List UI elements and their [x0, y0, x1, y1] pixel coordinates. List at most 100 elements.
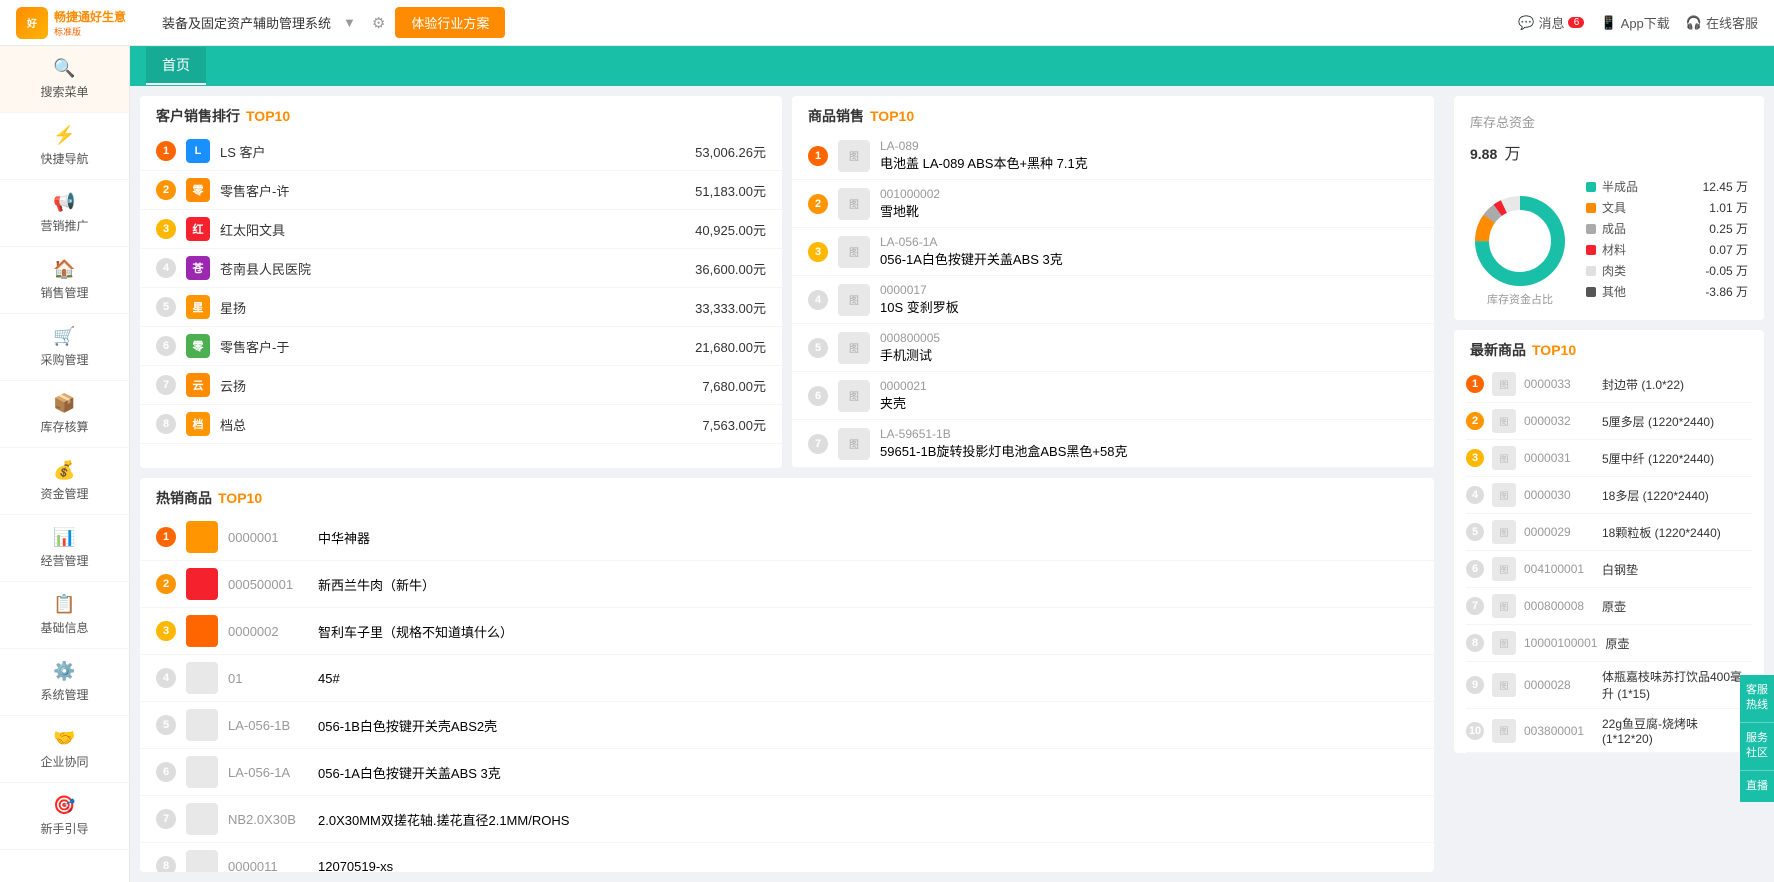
legend-item: 半成品 12.45 万 [1586, 178, 1748, 195]
community-button[interactable]: 服务社区 [1740, 723, 1774, 771]
sidebar-item-marketing[interactable]: 📢 营销推广 [0, 180, 129, 247]
product-code: LA-59651-1B [880, 427, 1418, 441]
best-seller-panel: 商品销售 TOP10 1 图 LA-089 电池盖 LA-089 ABS本色+黑… [792, 96, 1434, 468]
avatar: 云 [186, 373, 210, 397]
list-item: 7 NB2.0X30B 2.0X30MM双搓花轴.搓花直径2.1MM/ROHS [140, 796, 1434, 843]
legend-color [1586, 224, 1596, 234]
list-item: 8 0000011 12070519-xs [140, 843, 1434, 872]
table-row: 7 云 云扬 7,680.00元 [140, 366, 782, 405]
customer-ranking-title: 客户销售排行 TOP10 [140, 96, 782, 132]
product-thumbnail: 图 [1492, 673, 1516, 697]
product-thumbnail: 图 [838, 284, 870, 316]
product-code: 0000033 [1524, 377, 1594, 391]
donut-chart: 库存资金占比 [1470, 191, 1570, 291]
product-thumbnail: 图 [1492, 483, 1516, 507]
sidebar-item-sales[interactable]: 🏠 销售管理 [0, 247, 129, 314]
sidebar-label-quick-nav: 快捷导航 [40, 150, 88, 167]
product-name: 手机测试 [880, 345, 1418, 364]
sidebar-label-marketing: 营销推广 [40, 217, 88, 234]
sidebar-label-finance: 资金管理 [40, 485, 88, 502]
list-item: 7 图 LA-59651-1B 59651-1B旋转投影灯电池盒ABS黑色+58… [792, 420, 1434, 468]
legend: 半成品 12.45 万 文具 1.01 万 成品 0 [1586, 178, 1748, 304]
purchase-icon: 🛒 [53, 326, 75, 347]
settings-icon[interactable]: ⚙ [372, 14, 385, 32]
product-thumbnail [186, 662, 218, 694]
product-name: 新西兰牛肉（新牛） [318, 575, 435, 594]
product-code: 0000011 [228, 859, 308, 873]
message-button[interactable]: 💬 消息 6 [1518, 13, 1584, 32]
product-thumbnail [186, 850, 218, 872]
product-thumbnail: 图 [838, 236, 870, 268]
sidebar-item-system[interactable]: ⚙️ 系统管理 [0, 649, 129, 716]
legend-color [1586, 203, 1596, 213]
customer-ranking-panel: 客户销售排行 TOP10 1 L LS 客户 53,006.26元 [140, 96, 782, 468]
trial-button[interactable]: 体验行业方案 [395, 7, 505, 38]
legend-color [1586, 182, 1596, 192]
sidebar-item-search[interactable]: 🔍 搜索菜单 [0, 46, 129, 113]
product-info: 0000021 夹壳 [880, 379, 1418, 412]
sidebar-label-purchase: 采购管理 [40, 351, 88, 368]
product-code: 003800001 [1524, 724, 1594, 738]
sidebar-item-cooperation[interactable]: 🤝 企业协同 [0, 716, 129, 783]
rank-number: 3 [808, 242, 828, 262]
product-thumbnail [186, 709, 218, 741]
list-item: 3 0000002 智利车子里（规格不知道填什么） [140, 608, 1434, 655]
sidebar-item-quick-nav[interactable]: ⚡ 快捷导航 [0, 113, 129, 180]
message-badge: 6 [1568, 17, 1584, 28]
donut-label: 库存资金占比 [1470, 291, 1570, 307]
legend-color [1586, 245, 1596, 255]
sidebar-item-operations[interactable]: 📊 经营管理 [0, 515, 129, 582]
sidebar-label-operations: 经营管理 [40, 552, 88, 569]
list-item: 3 图 LA-056-1A 056-1A白色按键开关盖ABS 3克 [792, 228, 1434, 276]
product-thumbnail: 图 [1492, 409, 1516, 433]
product-code: 0000017 [880, 283, 1418, 297]
inventory-amount: 9.88 万 [1470, 135, 1748, 166]
live-button[interactable]: 直播 [1740, 771, 1774, 802]
list-item: 6 图 0000021 夹壳 [792, 372, 1434, 420]
list-item: 2 000500001 新西兰牛肉（新牛） [140, 561, 1434, 608]
inventory-title: 库存总资金 [1470, 112, 1748, 131]
product-code: 0000031 [1524, 451, 1594, 465]
sidebar-item-finance[interactable]: 💰 资金管理 [0, 448, 129, 515]
customer-service-button[interactable]: 客服热线 [1740, 675, 1774, 723]
product-name: 59651-1B旋转投影灯电池盒ABS黑色+58克 [880, 441, 1418, 460]
legend-item: 成品 0.25 万 [1586, 220, 1748, 237]
sidebar-item-purchase[interactable]: 🛒 采购管理 [0, 314, 129, 381]
sidebar-item-inventory[interactable]: 📦 库存核算 [0, 381, 129, 448]
product-code: LA-056-1A [228, 765, 308, 780]
list-item: 3 图 0000031 5厘中纤 (1220*2440) [1466, 440, 1752, 477]
product-code: LA-056-1B [228, 718, 308, 733]
table-row: 8 档 档总 7,563.00元 [140, 405, 782, 444]
avatar: 档 [186, 412, 210, 436]
product-thumbnail [186, 521, 218, 553]
float-buttons: 客服热线 服务社区 直播 [1740, 675, 1774, 802]
donut-svg [1470, 191, 1570, 291]
sidebar-item-basic-info[interactable]: 📋 基础信息 [0, 582, 129, 649]
avatar: 零 [186, 334, 210, 358]
list-item: 4 图 0000030 18多层 (1220*2440) [1466, 477, 1752, 514]
app-download-button[interactable]: 📱 App下载 [1600, 13, 1669, 32]
table-row: 2 零 零售客户-许 51,183.00元 [140, 171, 782, 210]
product-name: 12070519-xs [318, 859, 393, 873]
list-item: 10 图 003800001 22g鱼豆腐-烧烤味 (1*12*20) [1466, 709, 1752, 753]
mobile-icon: 📱 [1600, 15, 1616, 31]
product-thumbnail: 图 [1492, 719, 1516, 743]
list-item: 5 图 000800005 手机测试 [792, 324, 1434, 372]
product-code: LA-056-1A [880, 235, 1418, 249]
product-code: 0000002 [228, 624, 308, 639]
dropdown-arrow-icon[interactable]: ▼ [343, 15, 356, 30]
product-thumbnail: 图 [1492, 594, 1516, 618]
list-item: 7 图 000800008 原壶 [1466, 588, 1752, 625]
product-thumbnail [186, 803, 218, 835]
sidebar-item-guide[interactable]: 🎯 新手引导 [0, 783, 129, 850]
rank-number: 4 [808, 290, 828, 310]
rank-number: 7 [1466, 597, 1484, 615]
rank-number: 8 [1466, 634, 1484, 652]
nav-item-home[interactable]: 首页 [146, 47, 206, 85]
product-name: 夹壳 [880, 393, 1418, 412]
rank-number: 6 [156, 336, 176, 356]
rank-number: 4 [156, 668, 176, 688]
basic-info-icon: 📋 [53, 594, 75, 615]
operations-icon: 📊 [53, 527, 75, 548]
online-service-button[interactable]: 🎧 在线客服 [1686, 13, 1758, 32]
